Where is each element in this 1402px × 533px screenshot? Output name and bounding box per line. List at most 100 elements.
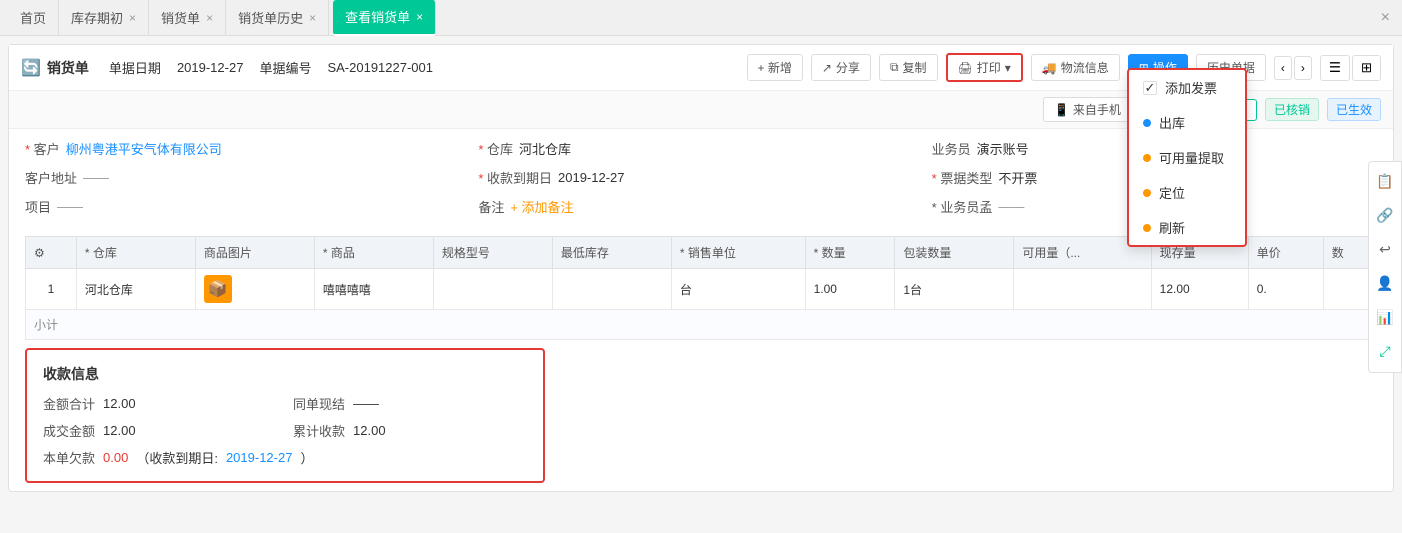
close-inventory-init[interactable]: × [129,11,136,25]
available-qty-label: 可用量提取 [1159,148,1224,167]
outstanding-value: 0.00 [103,450,128,465]
tab-inventory-init[interactable]: 库存期初 × [59,0,149,36]
outstanding-note: （收款到期日: [136,448,218,467]
outstanding-item: 本单欠款 0.00 （收款到期日: 2019-12-27 ） [43,448,527,467]
payment-box: 收款信息 金额合计 12.00 同单现结 —— 成交金额 12.00 累计收款 … [25,348,545,483]
close-sales-history[interactable]: × [309,11,316,25]
tab-view-sales[interactable]: 查看销货单 × [333,0,436,36]
col-gear: ⚙ [26,237,77,269]
address-value: —— [83,170,109,185]
date-value: 2019-12-27 [177,60,244,75]
table-wrapper: ⚙ * 仓库 商品图片 * 商品 规格型号 最低库存 * 销售单位 * 数量 包… [25,236,1377,340]
project-field: 项目 —— [25,197,470,216]
sidebar-icon-2[interactable]: 🔗 [1369,200,1401,232]
warehouse-label: 仓库 [478,139,513,158]
nav-arrows: ‹ › [1274,56,1312,80]
order-table: ⚙ * 仓库 商品图片 * 商品 规格型号 最低库存 * 销售单位 * 数量 包… [25,236,1377,340]
view-toggle: ☰ ⊞ [1320,55,1381,81]
locate-item[interactable]: 定位 [1129,175,1245,210]
grid-view-button[interactable]: ⊞ [1352,55,1381,81]
add-invoice-label: 添加发票 [1165,78,1217,97]
doc-icon: 🔄 [21,58,41,78]
payment-title: 收款信息 [43,364,527,384]
closing-paren: ） [300,448,313,467]
operations-dropdown: ✓ 添加发票 出库 可用量提取 定位 刷新 [1127,68,1247,247]
col-price: 单价 [1248,237,1323,269]
row-unit: 台 [671,269,805,310]
next-button[interactable]: › [1294,56,1312,80]
transaction-item: 成交金额 12.00 [43,421,277,440]
tab-bar: 首页 库存期初 × 销货单 × 销货单历史 × 查看销货单 × × [0,0,1402,36]
col-warehouse: * 仓库 [76,237,195,269]
project-value: —— [57,199,83,214]
note-field: 备注 + 添加备注 [478,197,923,216]
print-button[interactable]: 🖨 打印 ▾ [946,53,1023,82]
note-label: 备注 [478,197,504,216]
due-date-label: 收款到期日 [478,168,552,187]
available-qty-item[interactable]: 可用量提取 [1129,140,1245,175]
print-icon: 🖨 [958,61,973,75]
new-button[interactable]: + 新增 [747,54,803,81]
salesperson2-value: —— [998,199,1024,214]
prev-button[interactable]: ‹ [1274,56,1292,80]
window-close-button[interactable]: × [1381,9,1390,27]
orange-dot-icon-2 [1143,189,1151,197]
ticket-type-label: 票据类型 [932,168,993,187]
col-unit: * 销售单位 [671,237,805,269]
cumulative-label: 累计收款 [293,421,345,440]
logistics-icon: 🚚 [1042,61,1057,75]
copy-icon: ⧉ [890,60,899,75]
blue-dot-icon [1143,119,1151,127]
row-pkg-qty: 1台 [895,269,1014,310]
doc-title: 销货单 [47,58,89,78]
add-note-button[interactable]: + 添加备注 [510,197,573,216]
doc-actions: + 新增 ↗ 分享 ⧉ 复制 🖨 打印 ▾ 🚚 物流信息 ⊞ 操作 [747,53,1381,82]
col-spec: 规格型号 [433,237,552,269]
address-label: 客户地址 [25,168,77,187]
date-label: 单据日期 [109,58,161,77]
doc-title-group: 🔄 销货单 [21,58,89,78]
sidebar-icon-3[interactable]: ↩ [1369,234,1401,266]
share-button[interactable]: ↗ 分享 [811,54,871,81]
orange-dot-icon-3 [1143,224,1151,232]
out-stock-label: 出库 [1159,113,1185,132]
row-qty: 1.00 [805,269,895,310]
tab-sales-history[interactable]: 销货单历史 × [226,0,329,36]
doc-meta: 单据日期 2019-12-27 单据编号 SA-20191227-001 [109,58,747,77]
sidebar-icon-5[interactable]: 📊 [1369,302,1401,334]
product-img-icon: 📦 [208,279,228,299]
product-thumbnail: 📦 [204,275,232,303]
address-field: 客户地址 —— [25,168,470,187]
settlement-item: 同单现结 —— [293,394,527,413]
tab-sales-order[interactable]: 销货单 × [149,0,226,36]
from-phone-button[interactable]: 📱 来自手机 [1043,97,1132,122]
refresh-item[interactable]: 刷新 [1129,210,1245,245]
row-spec [433,269,552,310]
customer-label: 客户 [25,139,60,158]
close-view-sales[interactable]: × [416,10,423,24]
total-label: 金额合计 [43,394,95,413]
add-invoice-item[interactable]: ✓ 添加发票 [1129,70,1245,105]
customer-value[interactable]: 柳州粤港平安气体有限公司 [66,139,222,158]
salesperson2-label: * 业务员孟 [932,197,993,216]
settlement-value: —— [353,396,379,411]
checkbox-icon: ✓ [1143,81,1157,95]
close-sales-order[interactable]: × [206,11,213,25]
logistics-button[interactable]: 🚚 物流信息 [1031,54,1120,81]
total-amount-item: 金额合计 12.00 [43,394,277,413]
transaction-label: 成交金额 [43,421,95,440]
out-stock-item[interactable]: 出库 [1129,105,1245,140]
settlement-label: 同单现结 [293,394,345,413]
list-view-button[interactable]: ☰ [1320,55,1350,81]
tab-home[interactable]: 首页 [8,0,59,36]
sidebar-icon-4[interactable]: 👤 [1369,268,1401,300]
sidebar-icon-1[interactable]: 📋 [1369,166,1401,198]
copy-button[interactable]: ⧉ 复制 [879,54,938,81]
share-icon: ↗ [822,61,832,75]
salesperson-label: 业务员 [932,139,971,158]
row-product: 嘻嘻嘻嘻 [314,269,433,310]
sidebar-icon-expand[interactable]: ⤢ [1369,336,1401,368]
sold-badge: 已核销 [1265,98,1319,121]
warehouse-value: 河北仓库 [519,139,571,158]
cumulative-value: 12.00 [353,423,386,438]
